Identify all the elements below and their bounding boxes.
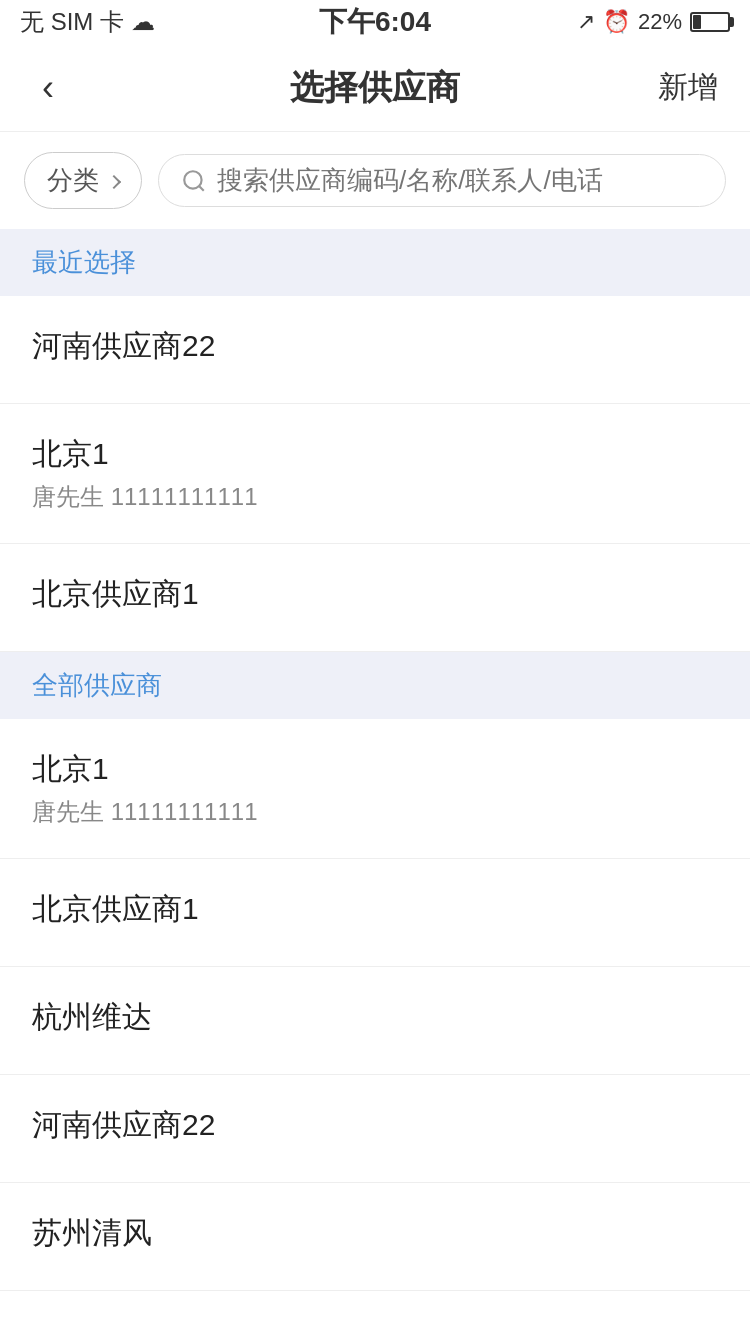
location-icon: ↗ — [577, 9, 595, 35]
search-icon — [181, 168, 207, 194]
item-name: 北京1 — [32, 749, 718, 790]
all-section-header: 全部供应商 — [0, 652, 750, 719]
list-item[interactable]: 河南供应商22 — [0, 1075, 750, 1183]
alarm-icon: ⏰ — [603, 9, 630, 35]
search-box — [158, 154, 726, 207]
status-left: 无 SIM 卡 ☁ — [20, 6, 155, 38]
list-item[interactable]: 北京1 唐先生 11111111111 — [0, 719, 750, 859]
category-label: 分类 — [47, 163, 99, 198]
item-name: 北京1 — [32, 434, 718, 475]
battery-icon — [690, 12, 730, 32]
no-sim-label: 无 SIM 卡 ☁ — [20, 6, 155, 38]
list-item[interactable]: 北京供应商1 — [0, 544, 750, 652]
list-item[interactable]: 杭州维达 — [0, 967, 750, 1075]
status-time: 下午6:04 — [319, 3, 431, 41]
status-bar: 无 SIM 卡 ☁ 下午6:04 ↗ ⏰ 22% — [0, 0, 750, 44]
chevron-right-icon — [107, 174, 121, 188]
item-name: 北京供应商1 — [32, 889, 718, 930]
svg-point-0 — [184, 171, 201, 188]
item-sub: 唐先生 11111111111 — [32, 481, 718, 513]
list-item[interactable]: 北京供应商1 — [0, 859, 750, 967]
status-right: ↗ ⏰ 22% — [577, 9, 730, 35]
recent-section-label: 最近选择 — [32, 247, 136, 277]
item-sub: 唐先生 11111111111 — [32, 796, 718, 828]
item-name: 苏州清风 — [32, 1213, 718, 1254]
item-name: 河南供应商22 — [32, 326, 718, 367]
page-title: 选择供应商 — [290, 65, 460, 111]
list-item[interactable]: 苏州清风 — [0, 1183, 750, 1291]
search-input[interactable] — [217, 165, 703, 196]
item-name: 河南供应商22 — [32, 1105, 718, 1146]
all-section-label: 全部供应商 — [32, 670, 162, 700]
battery-percent: 22% — [638, 9, 682, 35]
recent-list: 河南供应商22 北京1 唐先生 11111111111 北京供应商1 — [0, 296, 750, 652]
all-list: 北京1 唐先生 11111111111 北京供应商1 杭州维达 河南供应商22 … — [0, 719, 750, 1291]
back-button[interactable]: ‹ — [32, 57, 64, 119]
filter-bar: 分类 — [0, 132, 750, 229]
item-name: 北京供应商1 — [32, 574, 718, 615]
list-item[interactable]: 河南供应商22 — [0, 296, 750, 404]
add-button[interactable]: 新增 — [658, 67, 718, 108]
svg-line-1 — [199, 186, 204, 191]
recent-section-header: 最近选择 — [0, 229, 750, 296]
category-button[interactable]: 分类 — [24, 152, 142, 209]
nav-bar: ‹ 选择供应商 新增 — [0, 44, 750, 132]
list-item[interactable]: 北京1 唐先生 11111111111 — [0, 404, 750, 544]
item-name: 杭州维达 — [32, 997, 718, 1038]
